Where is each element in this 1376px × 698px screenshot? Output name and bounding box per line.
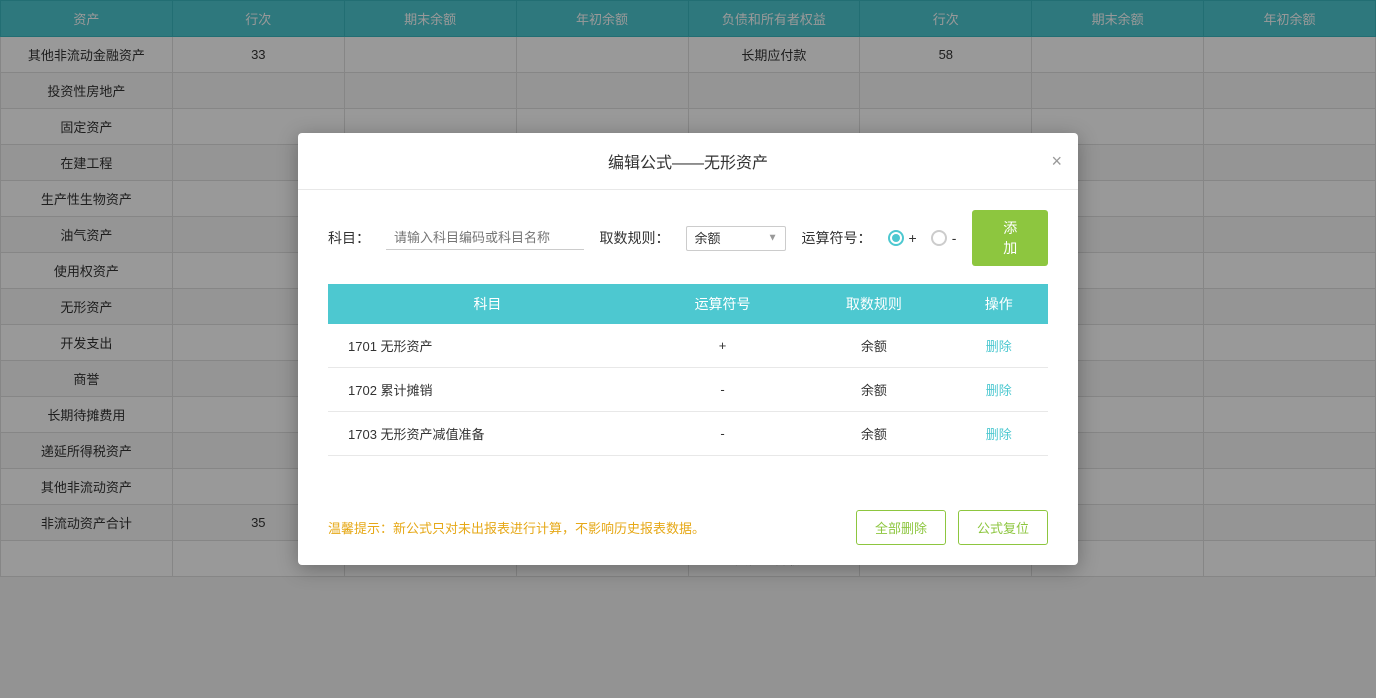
modal-close-button[interactable]: × [1051, 152, 1062, 170]
delete-all-button[interactable]: 全部删除 [856, 510, 946, 545]
cell-subject: 1702 累计摊销 [328, 368, 647, 412]
cell-action: 删除 [950, 412, 1048, 456]
cell-subject: 1703 无形资产减值准备 [328, 412, 647, 456]
rule-select[interactable]: 余额 借方发生额 贷方发生额 [686, 226, 786, 251]
delete-link[interactable]: 删除 [986, 383, 1012, 398]
modal-footer: 温馨提示：新公式只对未出报表进行计算，不影响历史报表数据。 全部删除 公式复位 [298, 496, 1078, 565]
delete-link[interactable]: 删除 [986, 339, 1012, 354]
modal-overlay: 编辑公式——无形资产 × 科目： 取数规则： 余额 借方发生额 贷方发生额 ▼ … [0, 0, 1376, 698]
form-row: 科目： 取数规则： 余额 借方发生额 贷方发生额 ▼ 运算符号： + [328, 210, 1048, 266]
subject-label: 科目： [328, 228, 370, 248]
cell-rule: 余额 [798, 412, 949, 456]
radio-group-operator: + - [888, 230, 957, 246]
cell-rule: 余额 [798, 324, 949, 368]
radio-plus-label: + [909, 230, 917, 246]
subject-input[interactable] [386, 226, 584, 250]
cell-action: 删除 [950, 324, 1048, 368]
reset-button[interactable]: 公式复位 [958, 510, 1048, 545]
cell-operator: - [647, 412, 798, 456]
table-header-action: 操作 [950, 284, 1048, 324]
radio-minus-label: - [952, 230, 957, 246]
modal-title: 编辑公式——无形资产 [608, 149, 768, 173]
cell-operator: + [647, 324, 798, 368]
radio-plus[interactable]: + [888, 230, 917, 246]
cell-action: 删除 [950, 368, 1048, 412]
modal-dialog: 编辑公式——无形资产 × 科目： 取数规则： 余额 借方发生额 贷方发生额 ▼ … [298, 133, 1078, 565]
add-button[interactable]: 添加 [972, 210, 1048, 266]
cell-operator: - [647, 368, 798, 412]
table-row: 1702 累计摊销-余额 删除 [328, 368, 1048, 412]
modal-body: 科目： 取数规则： 余额 借方发生额 贷方发生额 ▼ 运算符号： + [298, 190, 1078, 496]
cell-subject: 1701 无形资产 [328, 324, 647, 368]
table-header-operator: 运算符号 [647, 284, 798, 324]
modal-header: 编辑公式——无形资产 × [298, 133, 1078, 190]
radio-plus-circle [888, 230, 904, 246]
delete-link[interactable]: 删除 [986, 427, 1012, 442]
hint-text: 温馨提示：新公式只对未出报表进行计算，不影响历史报表数据。 [328, 518, 705, 537]
table-row: 1703 无形资产减值准备-余额 删除 [328, 412, 1048, 456]
radio-minus[interactable]: - [931, 230, 957, 246]
footer-buttons: 全部删除 公式复位 [856, 510, 1048, 545]
table-row: 1701 无形资产+余额 删除 [328, 324, 1048, 368]
cell-rule: 余额 [798, 368, 949, 412]
rule-label: 取数规则： [600, 228, 670, 248]
table-header-rule: 取数规则 [798, 284, 949, 324]
rule-select-wrapper: 余额 借方发生额 贷方发生额 ▼ [686, 226, 786, 251]
table-header-subject: 科目 [328, 284, 647, 324]
radio-minus-circle [931, 230, 947, 246]
operator-label: 运算符号： [802, 228, 872, 248]
formula-table: 科目 运算符号 取数规则 操作 1701 无形资产+余额删除1702 累计摊销-… [328, 284, 1048, 456]
